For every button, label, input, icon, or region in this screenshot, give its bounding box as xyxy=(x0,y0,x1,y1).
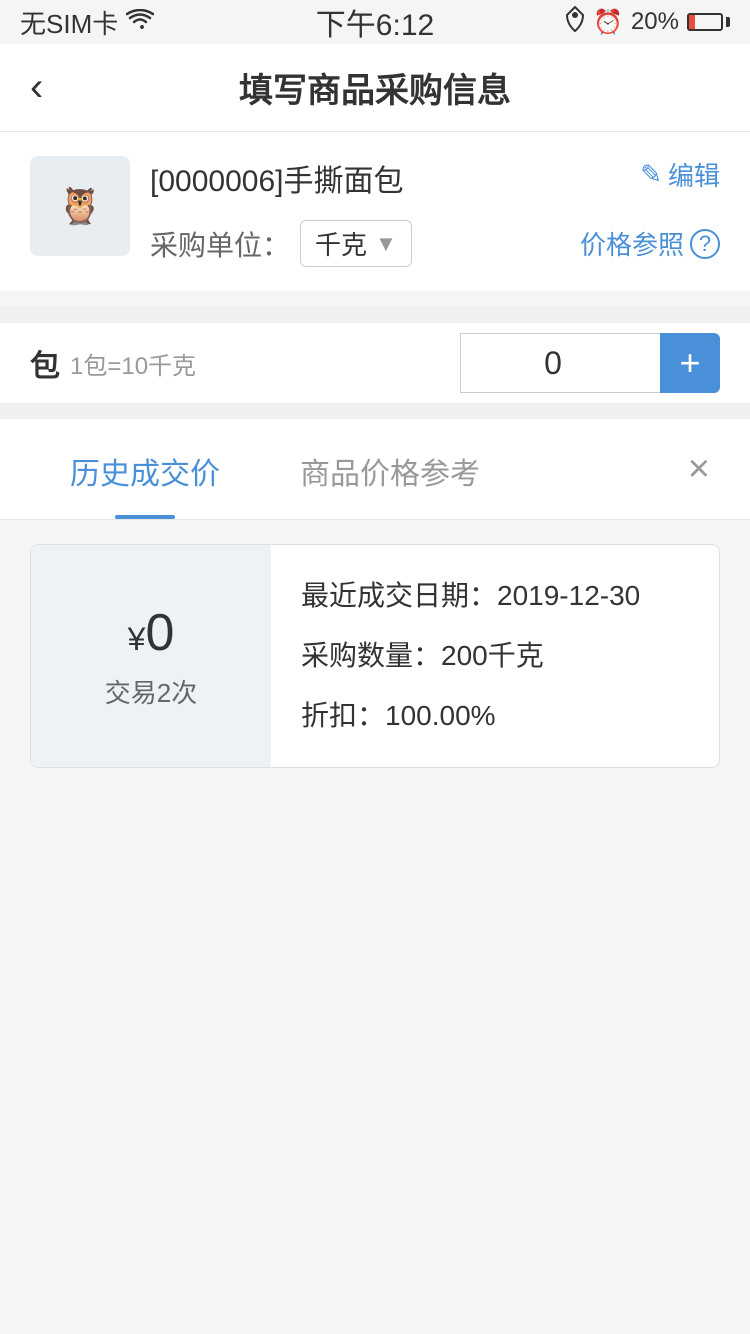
quantity-label: 包 1包=10千克 xyxy=(30,341,196,385)
divider-1 xyxy=(0,307,750,323)
page-title: 填写商品采购信息 xyxy=(239,63,511,112)
history-price-display: ¥0 xyxy=(128,603,175,663)
currency-symbol: ¥ xyxy=(128,621,146,657)
history-content: ¥0 交易2次 最近成交日期：2019-12-30 采购数量：200千克 折扣：… xyxy=(0,520,750,920)
tab-close-button[interactable]: × xyxy=(678,430,720,508)
quantity-input[interactable] xyxy=(460,333,660,393)
package-icon-label: 包 xyxy=(30,341,60,385)
wifi-icon xyxy=(126,7,154,38)
history-trade-count: 交易2次 xyxy=(105,673,197,710)
product-unit-row: 采购单位： 千克 ▼ 价格参照 ? xyxy=(150,220,720,267)
battery-icon xyxy=(687,13,730,31)
location-icon xyxy=(565,6,585,39)
help-icon: ? xyxy=(690,229,720,259)
price-reference-button[interactable]: 价格参照 ? xyxy=(580,225,720,262)
battery-percent: 20% xyxy=(631,8,679,36)
status-time: 下午6:12 xyxy=(316,0,434,44)
quantity-plus-button[interactable]: + xyxy=(660,333,720,393)
product-header: [0000006]手撕面包 ✎ 编辑 xyxy=(150,156,720,200)
carrier-text: 无SIM卡 xyxy=(20,4,118,41)
unit-label: 采购单位： xyxy=(150,224,290,264)
purchase-qty-value: 200千克 xyxy=(441,640,544,671)
tab-product-price-reference-label: 商品价格参考 xyxy=(300,458,480,491)
unit-dropdown-icon: ▼ xyxy=(375,231,397,257)
divider-2 xyxy=(0,403,750,419)
quantity-section: 包 1包=10千克 + xyxy=(0,323,750,403)
package-conversion-label: 1包=10千克 xyxy=(70,346,196,381)
edit-label: 编辑 xyxy=(668,156,720,193)
unit-value: 千克 xyxy=(315,225,367,262)
product-info: [0000006]手撕面包 ✎ 编辑 采购单位： 千克 ▼ 价格参照 ? xyxy=(150,156,720,267)
status-left: 无SIM卡 xyxy=(20,4,154,41)
tab-history-price[interactable]: 历史成交价 xyxy=(30,419,260,519)
price-ref-label: 价格参照 xyxy=(580,225,684,262)
discount-value: 100.00% xyxy=(385,700,496,731)
quantity-controls: + xyxy=(460,333,720,393)
status-right: ⏰ 20% xyxy=(565,6,730,39)
product-card: 🦉 [0000006]手撕面包 ✎ 编辑 采购单位： 千克 ▼ 价格参照 ? xyxy=(0,132,750,291)
product-thumbnail: 🦉 xyxy=(30,156,130,256)
purchase-qty-row: 采购数量：200千克 xyxy=(301,635,689,677)
back-button[interactable]: ‹ xyxy=(20,55,53,120)
nav-bar: ‹ 填写商品采购信息 xyxy=(0,44,750,132)
discount-label: 折扣： xyxy=(301,700,385,731)
tab-history-price-label: 历史成交价 xyxy=(70,458,220,491)
purchase-qty-label: 采购数量： xyxy=(301,640,441,671)
status-bar: 无SIM卡 下午6:12 ⏰ 20% xyxy=(0,0,750,44)
unit-select-button[interactable]: 千克 ▼ xyxy=(300,220,412,267)
price-value: 0 xyxy=(145,604,174,662)
history-card: ¥0 交易2次 最近成交日期：2019-12-30 采购数量：200千克 折扣：… xyxy=(30,544,720,768)
edit-button[interactable]: ✎ 编辑 xyxy=(640,156,720,193)
tab-product-price-reference[interactable]: 商品价格参考 xyxy=(260,419,520,519)
history-price-side: ¥0 交易2次 xyxy=(31,545,271,767)
alarm-icon: ⏰ xyxy=(593,8,623,37)
product-name: [0000006]手撕面包 xyxy=(150,156,403,200)
recent-date-label: 最近成交日期： xyxy=(301,580,497,611)
tabs-left: 历史成交价 商品价格参考 xyxy=(30,419,520,519)
unit-section: 采购单位： 千克 ▼ xyxy=(150,220,412,267)
recent-date-row: 最近成交日期：2019-12-30 xyxy=(301,575,689,617)
history-details-side: 最近成交日期：2019-12-30 采购数量：200千克 折扣：100.00% xyxy=(271,545,719,767)
recent-date-value: 2019-12-30 xyxy=(497,580,640,611)
edit-icon: ✎ xyxy=(640,159,662,190)
discount-row: 折扣：100.00% xyxy=(301,695,689,737)
tabs-bar: 历史成交价 商品价格参考 × xyxy=(0,419,750,520)
product-thumb-icon: 🦉 xyxy=(58,185,103,227)
